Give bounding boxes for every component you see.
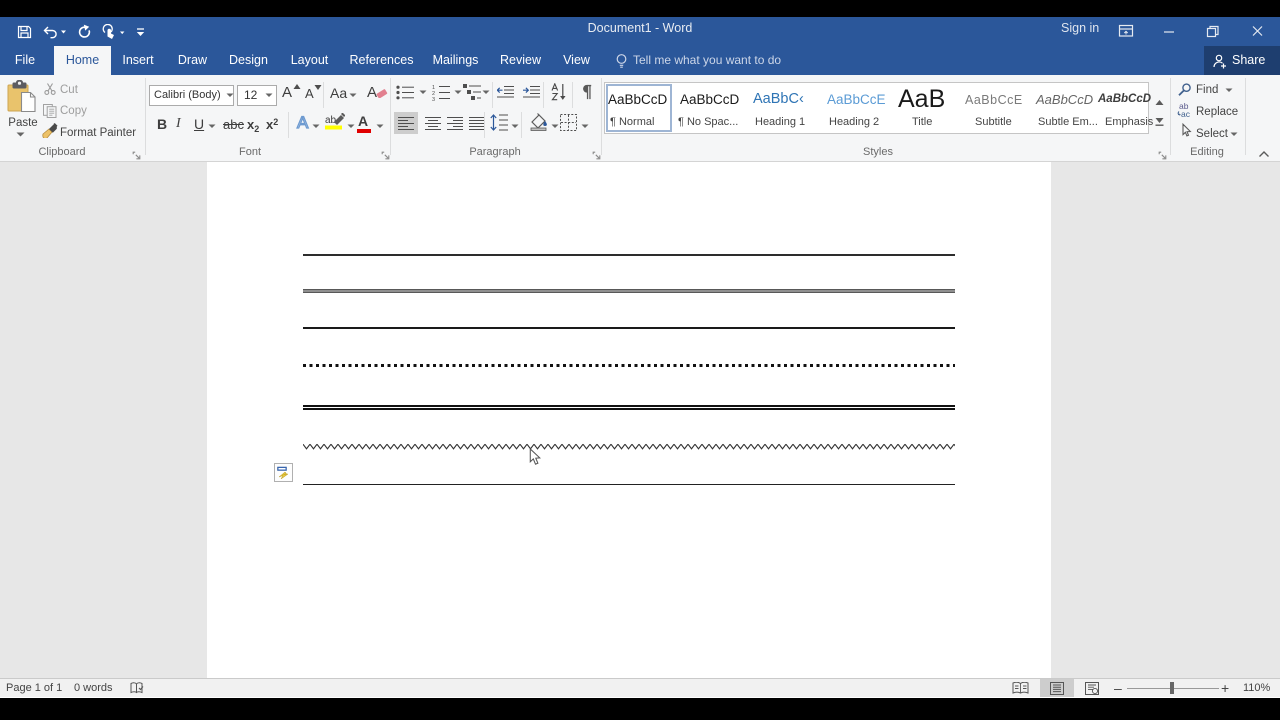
svg-text:3: 3	[432, 97, 435, 101]
svg-text:ab: ab	[325, 115, 337, 126]
svg-text:ac: ac	[1181, 109, 1191, 117]
